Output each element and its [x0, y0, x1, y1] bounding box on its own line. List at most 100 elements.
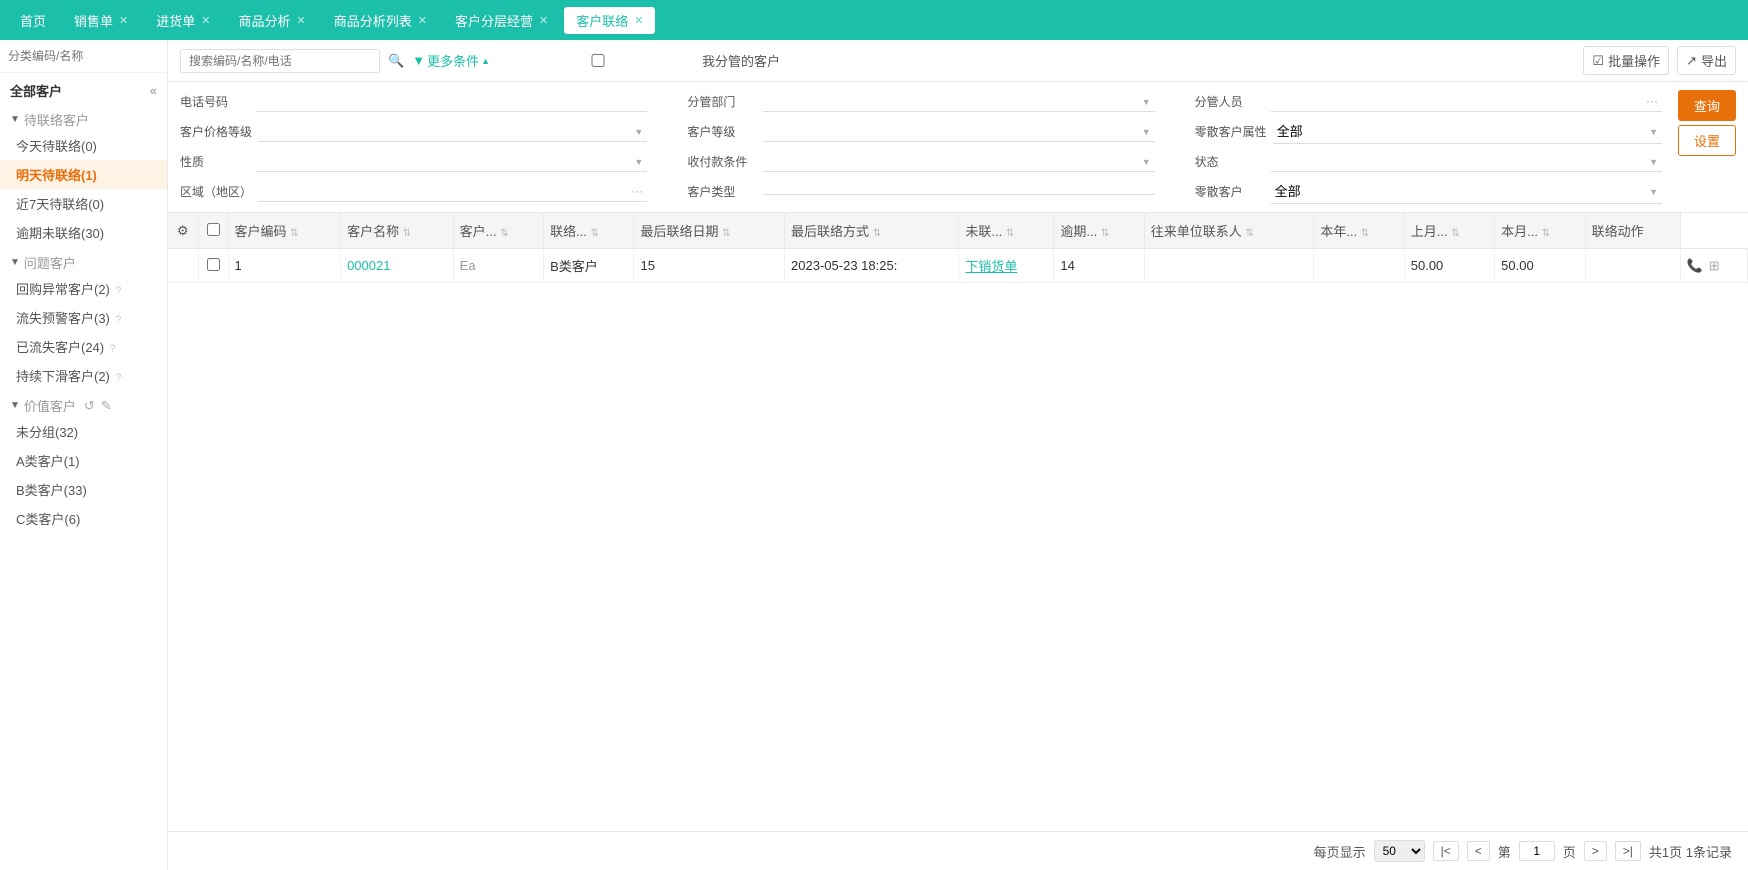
select-all-checkbox[interactable] [207, 223, 220, 236]
th-last-date-sort[interactable]: ⇅ [722, 228, 730, 239]
question-icon-1: ? [115, 285, 121, 297]
nav-goods-analysis-list[interactable]: 商品分析列表 ✕ [322, 7, 439, 34]
more-conditions-btn[interactable]: ▼ 更多条件 ▲ [412, 51, 490, 70]
nav-goods-analysis-close[interactable]: ✕ [297, 14, 306, 27]
th-cp-sort[interactable]: ⇅ [1245, 228, 1253, 239]
th-this-year-label: 本年... [1320, 224, 1357, 239]
page-prev-btn[interactable]: < [1467, 841, 1490, 861]
th-overdue-label: 逾期... [1060, 224, 1097, 239]
batch-op-btn[interactable]: ☑ 批量操作 [1583, 46, 1669, 75]
price-level-chevron [630, 123, 643, 138]
setting-btn[interactable]: 设置 [1678, 125, 1736, 156]
th-name-sort[interactable]: ⇅ [403, 228, 411, 239]
sidebar-item-type-a[interactable]: A类客户(1) [0, 446, 167, 475]
sidebar-item-overdue[interactable]: 逾期未联络(30) [0, 218, 167, 247]
sidebar-item-repurchase-abnormal[interactable]: 回购异常客户(2) ? [0, 274, 167, 303]
customer-level-select[interactable] [763, 120, 1154, 142]
region-select[interactable] [258, 180, 647, 202]
sidebar-item-today[interactable]: 今天待联络(0) [0, 131, 167, 160]
retail-attr-label: 零散客户属性 [1195, 123, 1267, 140]
retail-select[interactable]: 全部 [1271, 178, 1662, 204]
row-checkbox-0[interactable] [207, 258, 220, 271]
customer-type-select[interactable] [763, 188, 1154, 195]
row-cb-0[interactable] [198, 249, 228, 283]
sidebar-item-ungrouped[interactable]: 未分组(32) [0, 417, 167, 446]
customer-table: ⚙ 客户编码 ⇅ 客户名称 ⇅ 客户... ⇅ [168, 213, 1748, 283]
all-customers-header[interactable]: 全部客户 « [0, 73, 167, 104]
nav-home[interactable]: 首页 [8, 7, 58, 34]
retail-attr-select[interactable]: 全部 [1273, 118, 1662, 144]
status-select[interactable] [1271, 150, 1662, 172]
refresh-icon[interactable]: ↺ [84, 398, 95, 414]
nav-customer-tier-label: 客户分层经营 [455, 11, 533, 30]
phone-input[interactable] [256, 91, 647, 112]
th-contact-sort[interactable]: ⇅ [591, 228, 599, 239]
row-last-method-0[interactable]: 下销货单 [959, 249, 1054, 283]
row-last-date-0: 2023-05-23 18:25: [785, 249, 959, 283]
th-last-method-sort[interactable]: ⇅ [873, 228, 881, 239]
page-next-btn[interactable]: > [1584, 841, 1607, 861]
export-btn[interactable]: ↗ 导出 [1677, 46, 1736, 75]
nav-customer-tier-close[interactable]: ✕ [539, 14, 548, 27]
sidebar-item-type-b[interactable]: B类客户(33) [0, 475, 167, 504]
action-phone-icon-0[interactable]: 📞 [1687, 258, 1703, 274]
sidebar-item-churn-warning[interactable]: 流失预警客户(3) ? [0, 303, 167, 332]
sidebar-search-input[interactable] [8, 49, 163, 63]
page-first-btn[interactable]: |< [1433, 841, 1459, 861]
nav-sales-close[interactable]: ✕ [119, 14, 128, 27]
nav-purchase[interactable]: 进货单 ✕ [144, 7, 222, 34]
problem-group-label: 问题客户 [24, 253, 76, 272]
th-tm-sort[interactable]: ⇅ [1542, 228, 1550, 239]
sidebar-item-ungrouped-label: 未分组(32) [16, 425, 78, 440]
th-last-month: 上月... ⇅ [1404, 213, 1494, 249]
person-select[interactable] [1271, 90, 1662, 112]
row-code-0[interactable]: 000021 [341, 249, 454, 283]
my-customers-check[interactable] [498, 54, 698, 67]
page-last-btn[interactable]: >| [1615, 841, 1641, 861]
query-btn[interactable]: 查询 [1678, 90, 1736, 121]
nav-customer-contact-close[interactable]: ✕ [634, 14, 643, 27]
th-checkbox[interactable] [198, 213, 228, 249]
nav-customer-contact[interactable]: 客户联络 ✕ [564, 7, 655, 34]
nav-purchase-close[interactable]: ✕ [201, 14, 210, 27]
sidebar-item-type-c[interactable]: C类客户(6) [0, 504, 167, 533]
edit-icon[interactable]: ✎ [101, 398, 112, 414]
th-last-month-label: 上月... [1411, 224, 1448, 239]
nav-customer-tier[interactable]: 客户分层经营 ✕ [443, 7, 560, 34]
action-grid-icon-0[interactable]: ⊞ [1709, 258, 1720, 274]
nav-goods-analysis[interactable]: 商品分析 ✕ [226, 7, 317, 34]
sidebar-item-type-b-label: B类客户(33) [16, 483, 87, 498]
nav-sales[interactable]: 销售单 ✕ [62, 7, 140, 34]
th-settings[interactable]: ⚙ [168, 213, 198, 249]
row-actions-0[interactable]: 📞 ⊞ [1680, 249, 1747, 283]
price-level-select[interactable] [258, 120, 647, 142]
filter-dept-field: 分管部门 [687, 90, 1154, 112]
th-ty-sort[interactable]: ⇅ [1361, 228, 1369, 239]
th-uncontacted-sort[interactable]: ⇅ [1006, 228, 1014, 239]
my-customers-checkbox[interactable]: 我分管的客户 [498, 51, 780, 70]
th-type-sort[interactable]: ⇅ [500, 228, 508, 239]
nav-goods-analysis-list-close[interactable]: ✕ [418, 14, 427, 27]
th-code-sort[interactable]: ⇅ [290, 228, 298, 239]
collapse-icon[interactable]: « [150, 83, 157, 98]
page-input[interactable] [1519, 841, 1555, 861]
price-level-label: 客户价格等级 [180, 123, 252, 140]
sidebar-item-declining[interactable]: 持续下滑客户(2) ? [0, 361, 167, 390]
payment-select[interactable] [763, 150, 1154, 172]
dept-select[interactable] [763, 90, 1154, 112]
th-lm-sort[interactable]: ⇅ [1451, 228, 1459, 239]
row-this-year-0: 50.00 [1404, 249, 1494, 283]
th-customer-type-label: 客户... [460, 224, 497, 239]
sidebar-item-tomorrow[interactable]: 明天待联络(1) [0, 160, 167, 189]
search-input[interactable] [180, 49, 380, 73]
search-icon[interactable]: 🔍 [388, 53, 404, 69]
sidebar-item-7days[interactable]: 近7天待联络(0) [0, 189, 167, 218]
th-overdue-sort[interactable]: ⇅ [1101, 228, 1109, 239]
table-row: 1 000021 Ea B类客户 15 2023-05-23 18:25: 下销… [168, 249, 1748, 283]
person-dots [1642, 93, 1658, 108]
page-size-select[interactable]: 50 100 200 [1374, 840, 1425, 862]
th-contact-count-label: 联络... [550, 224, 587, 239]
th-action-label: 联络动作 [1592, 224, 1644, 239]
gender-select[interactable] [256, 150, 647, 172]
sidebar-item-churned[interactable]: 已流失客户(24) ? [0, 332, 167, 361]
